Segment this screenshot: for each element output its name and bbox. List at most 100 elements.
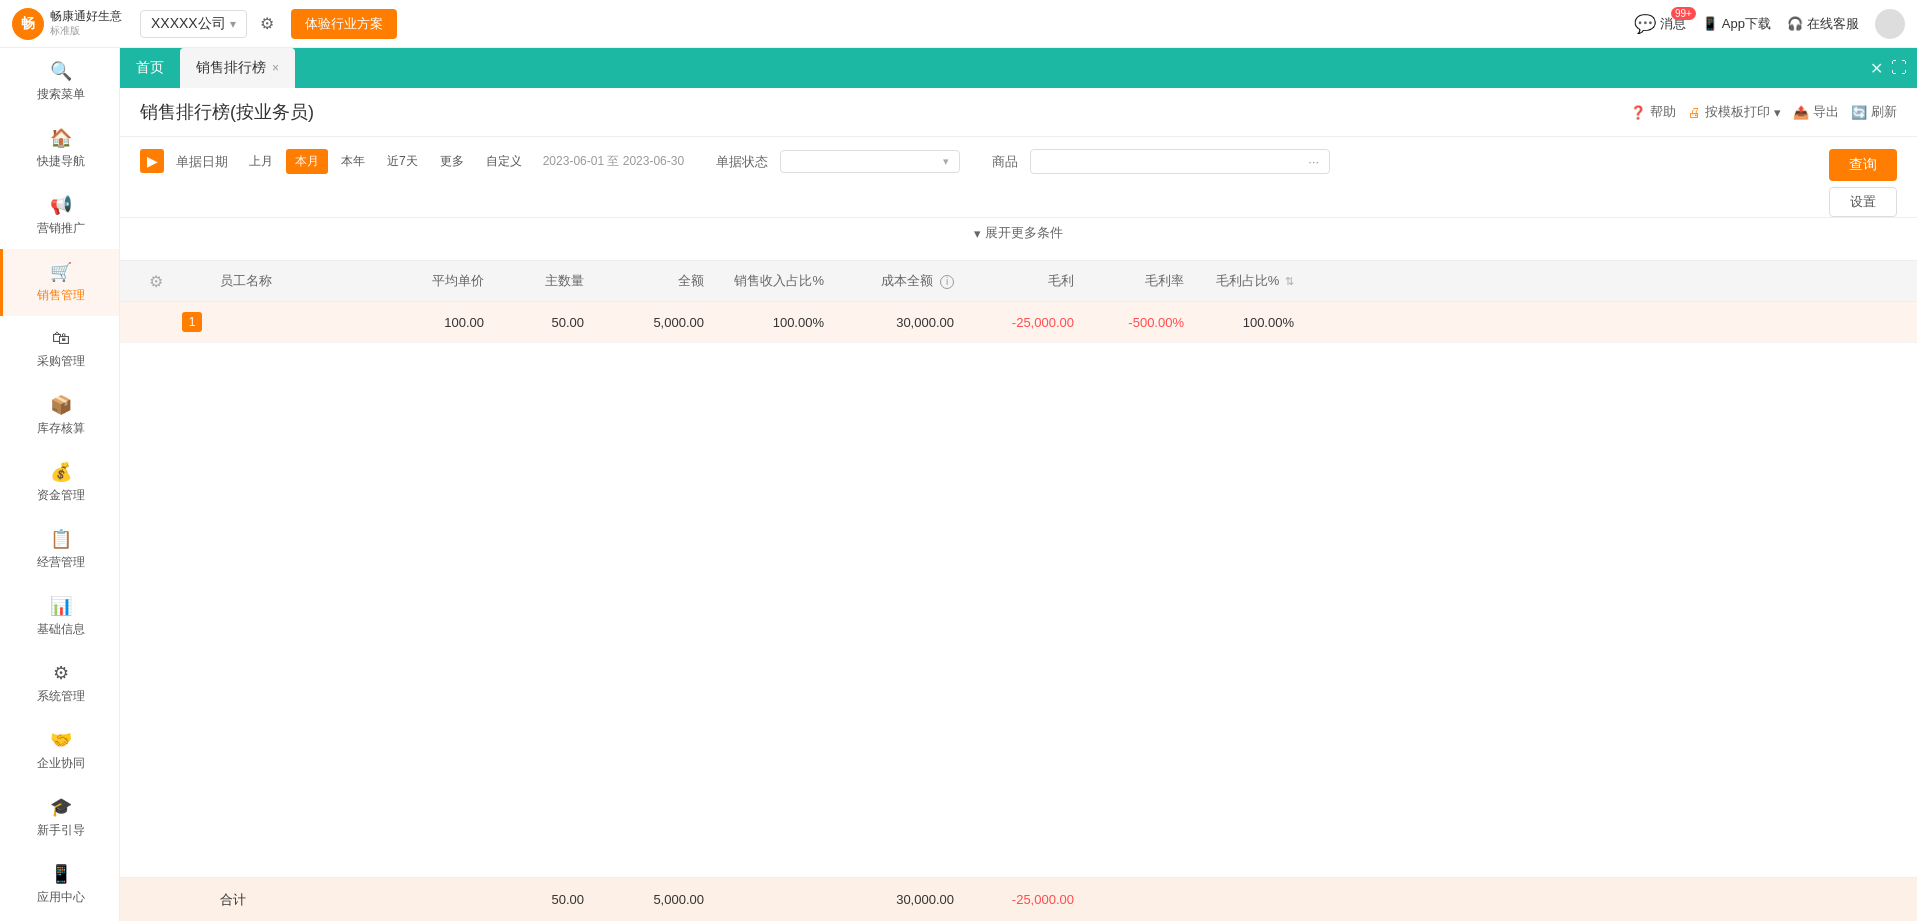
search-icon: 🔍 — [50, 60, 72, 82]
sidebar-item-finance[interactable]: 💰 资金管理 — [0, 449, 119, 516]
logo-text: 畅康通好生意 标准版 — [50, 9, 122, 39]
column-settings-icon[interactable]: ⚙ — [140, 261, 172, 301]
top-bar: 畅 畅康通好生意 标准版 XXXXX公司 ▾ ⚙ 体验行业方案 💬 消息 99+… — [0, 0, 1917, 48]
sidebar-item-label: 搜索菜单 — [37, 86, 85, 103]
tab-home[interactable]: 首页 — [120, 48, 180, 88]
col-cost-label: 成本全额 — [881, 273, 933, 288]
cart-icon: 🛒 — [50, 261, 72, 283]
online-service-button[interactable]: 🎧 在线客服 — [1787, 15, 1859, 33]
footer-gross: -25,000.00 — [962, 882, 1082, 917]
help-label: 帮助 — [1650, 103, 1676, 121]
footer-rank-spacer — [172, 890, 212, 910]
cell-avg: 100.00 — [372, 305, 492, 340]
company-selector[interactable]: XXXXX公司 ▾ — [140, 10, 247, 38]
status-select[interactable]: ▾ — [780, 150, 960, 173]
app-download-button[interactable]: 📱 App下载 — [1702, 15, 1771, 33]
col-header-amount: 全额 — [592, 262, 712, 300]
cell-cost: 30,000.00 — [832, 305, 962, 340]
close-window-icon[interactable]: ✕ — [1870, 59, 1883, 78]
message-button[interactable]: 💬 消息 99+ — [1634, 13, 1686, 35]
rank-badge: 1 — [182, 312, 202, 332]
footer-amount: 5,000.00 — [592, 882, 712, 917]
status-label: 单据状态 — [716, 153, 768, 171]
goods-more-icon[interactable]: ··· — [1308, 154, 1319, 169]
sidebar-item-label: 系统管理 — [37, 688, 85, 705]
sidebar-item-inventory[interactable]: 📦 库存核算 — [0, 382, 119, 449]
sidebar-item-label: 营销推广 — [37, 220, 85, 237]
money-icon: 💰 — [50, 461, 72, 483]
message-icon: 💬 — [1634, 13, 1656, 35]
footer-gross-pct-spacer — [1192, 890, 1302, 910]
print-button[interactable]: 🖨 按模板打印 ▾ — [1688, 103, 1781, 121]
sidebar-item-appstore[interactable]: 📱 应用中心 — [0, 851, 119, 918]
footer-avg-spacer — [372, 890, 492, 910]
help-button[interactable]: ❓ 帮助 — [1630, 103, 1676, 121]
sidebar-item-search[interactable]: 🔍 搜索菜单 — [0, 48, 119, 115]
cell-name — [212, 312, 372, 332]
user-avatar[interactable] — [1875, 9, 1905, 39]
page-content: 销售排行榜(按业务员) ❓ 帮助 🖨 按模板打印 ▾ 📤 导出 — [120, 88, 1917, 921]
table-settings-button[interactable]: 设置 — [1829, 187, 1897, 217]
sidebar-item-system[interactable]: ⚙ 系统管理 — [0, 650, 119, 717]
home-icon: 🏠 — [50, 127, 72, 149]
sidebar-item-label: 新手引导 — [37, 822, 85, 839]
sidebar-item-guide[interactable]: 🎓 新手引导 — [0, 784, 119, 851]
sort-icon[interactable]: ⇅ — [1285, 275, 1294, 287]
date-btn-prev-month[interactable]: 上月 — [240, 149, 282, 174]
goods-select[interactable]: ··· — [1030, 149, 1330, 174]
col-header-qty: 主数量 — [492, 262, 592, 300]
sidebar-item-label: 采购管理 — [37, 353, 85, 370]
date-btn-custom[interactable]: 自定义 — [477, 149, 531, 174]
sidebar-item-enterprise[interactable]: 🤝 企业协同 — [0, 717, 119, 784]
col-header-gross-rate: 毛利率 — [1082, 262, 1192, 300]
message-badge: 99+ — [1671, 7, 1696, 20]
sidebar-item-label: 快捷导航 — [37, 153, 85, 170]
date-label: 单据日期 — [176, 153, 228, 171]
expand-button[interactable]: ▶ — [140, 149, 164, 173]
close-icon[interactable]: × — [272, 61, 279, 75]
sidebar-item-operations[interactable]: 📋 经营管理 — [0, 516, 119, 583]
print-label: 按模板打印 — [1705, 103, 1770, 121]
sidebar-item-nav[interactable]: 🏠 快捷导航 — [0, 115, 119, 182]
filter-container: ▶ 单据日期 上月 本月 本年 近7天 更多 自定义 — [120, 137, 1917, 260]
sidebar-item-basic-info[interactable]: 📊 基础信息 — [0, 583, 119, 650]
nav-tabs: 首页 销售排行榜 × ✕ ⛶ — [120, 48, 1917, 88]
status-chevron-icon: ▾ — [943, 155, 949, 168]
date-btn-current-month[interactable]: 本月 — [286, 149, 328, 174]
expand-more-button[interactable]: ▾ 展开更多条件 — [120, 217, 1917, 248]
date-btn-current-year[interactable]: 本年 — [332, 149, 374, 174]
table-area: ⚙ 员工名称 平均单价 主数量 全额 销售收入占比% 成本全额 i 毛利 毛利率… — [120, 260, 1917, 921]
date-btn-more[interactable]: 更多 — [431, 149, 473, 174]
sidebar-item-sales[interactable]: 🛒 销售管理 — [0, 249, 119, 316]
col-header-name: 员工名称 — [212, 262, 372, 300]
maximize-icon[interactable]: ⛶ — [1891, 59, 1907, 77]
mobile-icon: 📱 — [50, 863, 72, 885]
settings-icon[interactable]: ⚙ — [253, 10, 281, 38]
col-gross-pct-label: 毛利占比% — [1216, 273, 1280, 288]
query-button[interactable]: 查询 — [1829, 149, 1897, 181]
sidebar-item-label: 库存核算 — [37, 420, 85, 437]
col-header-gross-pct: 毛利占比% ⇅ — [1192, 262, 1302, 300]
sidebar-item-label: 销售管理 — [37, 287, 85, 304]
chevron-down-icon: ▾ — [974, 226, 981, 241]
export-button[interactable]: 📤 导出 — [1793, 103, 1839, 121]
refresh-button[interactable]: 🔄 刷新 — [1851, 103, 1897, 121]
cost-info-icon[interactable]: i — [940, 275, 954, 289]
col-header-gross: 毛利 — [962, 262, 1082, 300]
col-header-rank — [172, 271, 212, 291]
date-btn-7days[interactable]: 近7天 — [378, 149, 427, 174]
sidebar-item-marketing[interactable]: 📢 营销推广 — [0, 182, 119, 249]
tab-sales-ranking[interactable]: 销售排行榜 × — [180, 48, 295, 88]
main-layout: 🔍 搜索菜单 🏠 快捷导航 📢 营销推广 🛒 销售管理 🛍 采购管理 📦 库存核… — [0, 48, 1917, 921]
cell-amount: 5,000.00 — [592, 305, 712, 340]
print-chevron-icon: ▾ — [1774, 105, 1781, 120]
table-body: 1 100.00 50.00 5,000.00 100.00% 30,000.0… — [120, 302, 1917, 877]
table-footer: 合计 50.00 5,000.00 30,000.00 -25,000.00 — [120, 877, 1917, 921]
trial-button[interactable]: 体验行业方案 — [291, 9, 397, 39]
sidebar-item-label: 资金管理 — [37, 487, 85, 504]
logo-icon: 畅 — [12, 8, 44, 40]
sidebar-item-purchase[interactable]: 🛍 采购管理 — [0, 316, 119, 382]
goods-label: 商品 — [992, 153, 1018, 171]
phone-icon: 📱 — [1702, 16, 1718, 31]
app-logo: 畅 畅康通好生意 标准版 — [12, 8, 132, 40]
